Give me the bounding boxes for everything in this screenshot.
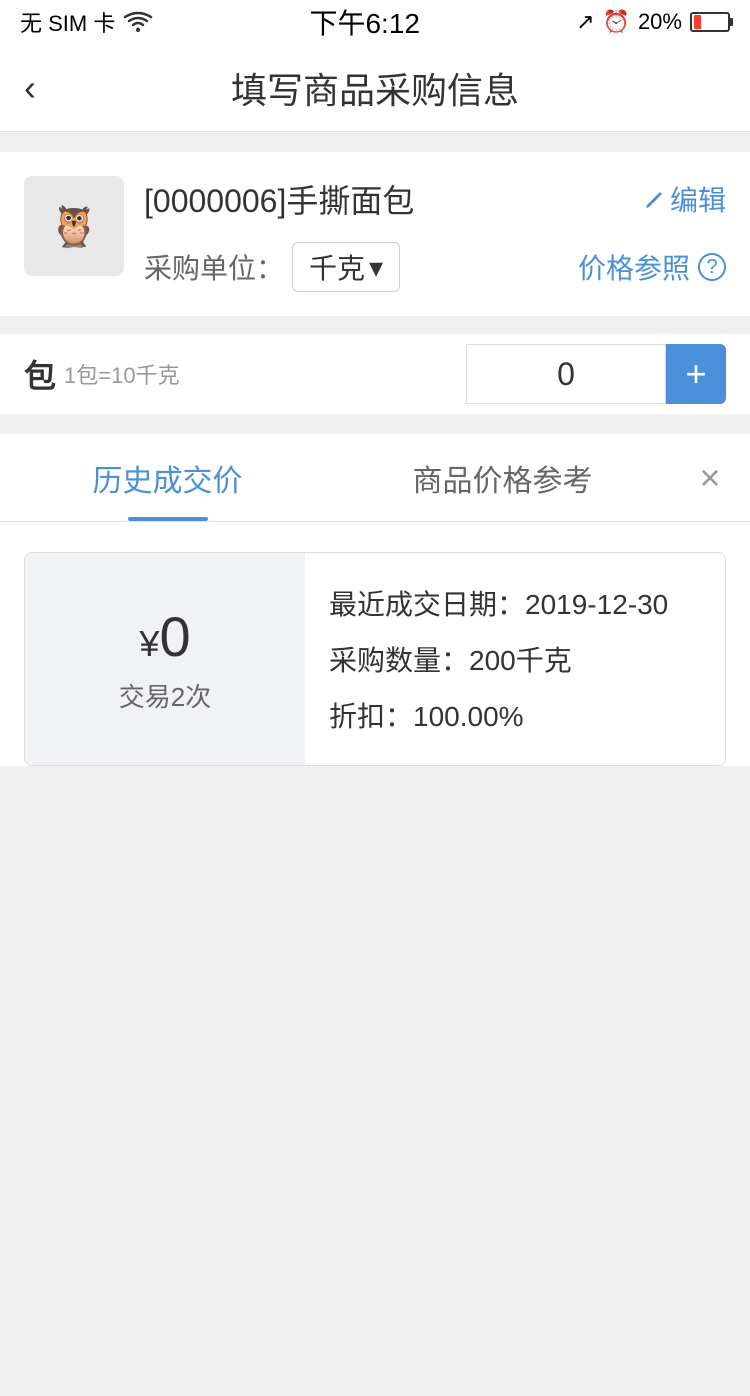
discount-label: 折扣： (329, 701, 413, 732)
tab-underline (128, 517, 208, 521)
close-icon: × (699, 457, 720, 499)
tabs-header: 历史成交价 商品价格参考 × (0, 434, 750, 522)
tabs-section: 历史成交价 商品价格参考 × ¥0 交易2次 最近成交日期：2019-12-30… (0, 434, 750, 766)
nav-bar: ‹ 填写商品采购信息 (0, 44, 750, 132)
unit-conversion: 1包=10千克 (64, 358, 180, 390)
price-card: ¥0 交易2次 最近成交日期：2019-12-30 采购数量：200千克 折扣：… (24, 552, 726, 766)
price-ref-label: 价格参照 (578, 247, 690, 287)
location-icon: ↗ (576, 9, 594, 35)
unit-dropdown[interactable]: 千克 ▾ (292, 242, 400, 292)
battery-percent: 20% (638, 9, 682, 35)
content-area (0, 796, 750, 1396)
qty-label: 采购数量： (329, 645, 469, 676)
edit-icon (644, 188, 666, 210)
recent-date-label: 最近成交日期： (329, 589, 525, 620)
quantity-row: 包 1包=10千克 0 + (0, 334, 750, 414)
currency-symbol: ¥ (139, 623, 159, 664)
price-summary: ¥0 交易2次 (25, 553, 305, 765)
discount-row: 折扣：100.00% (329, 695, 701, 735)
status-time: 下午6:12 (309, 2, 420, 42)
qty-row: 采购数量：200千克 (329, 639, 701, 679)
amount-value: 0 (159, 605, 190, 668)
dropdown-arrow-icon: ▾ (369, 251, 383, 284)
separator (0, 316, 750, 332)
back-button[interactable]: ‹ (24, 67, 36, 109)
product-logo: 🦉 (49, 203, 99, 250)
carrier-text: 无 SIM 卡 (20, 6, 115, 38)
qty-value-text: 200千克 (469, 645, 572, 676)
product-card: 🦉 [0000006]手撕面包 编辑 采购单位： 千克 ▾ 价格参照 (0, 152, 750, 316)
qty-input-group: 0 + (466, 344, 726, 404)
alarm-icon: ⏰ (603, 9, 630, 35)
tab-price-ref-label: 商品价格参考 (413, 456, 593, 500)
qty-value[interactable]: 0 (466, 344, 666, 404)
unit-value: 千克 (309, 247, 365, 287)
tab-close-button[interactable]: × (670, 457, 750, 499)
recent-date-value: 2019-12-30 (525, 589, 668, 620)
tab-history-price[interactable]: 历史成交价 (0, 434, 335, 521)
status-right: ↗ ⏰ 20% (576, 9, 730, 35)
price-details: 最近成交日期：2019-12-30 采购数量：200千克 折扣：100.00% (305, 553, 725, 765)
product-thumbnail: 🦉 (24, 176, 124, 276)
status-left: 无 SIM 卡 (20, 6, 153, 38)
wifi-icon (123, 11, 153, 33)
battery-icon (690, 12, 730, 32)
unit-row: 采购单位： 千克 ▾ 价格参照 ? (144, 242, 726, 292)
edit-button[interactable]: 编辑 (644, 179, 726, 219)
product-info: [0000006]手撕面包 编辑 采购单位： 千克 ▾ 价格参照 ? (144, 176, 726, 292)
tab-history-label: 历史成交价 (93, 456, 243, 500)
status-bar: 无 SIM 卡 下午6:12 ↗ ⏰ 20% (0, 0, 750, 44)
tab-price-ref[interactable]: 商品价格参考 (335, 434, 670, 521)
txn-count: 交易2次 (119, 677, 211, 714)
discount-value: 100.00% (413, 701, 524, 732)
price-amount: ¥0 (139, 604, 190, 669)
product-name: [0000006]手撕面包 (144, 176, 414, 222)
plus-icon: + (685, 353, 706, 395)
product-header: [0000006]手撕面包 编辑 (144, 176, 726, 222)
unit-label-text: 采购单位： (144, 247, 284, 287)
help-icon: ? (698, 253, 726, 281)
qty-plus-button[interactable]: + (666, 344, 726, 404)
page-title: 填写商品采购信息 (231, 62, 519, 114)
price-ref-button[interactable]: 价格参照 ? (578, 247, 726, 287)
edit-label: 编辑 (670, 179, 726, 219)
recent-date-row: 最近成交日期：2019-12-30 (329, 583, 701, 623)
unit-char: 包 (24, 351, 56, 397)
